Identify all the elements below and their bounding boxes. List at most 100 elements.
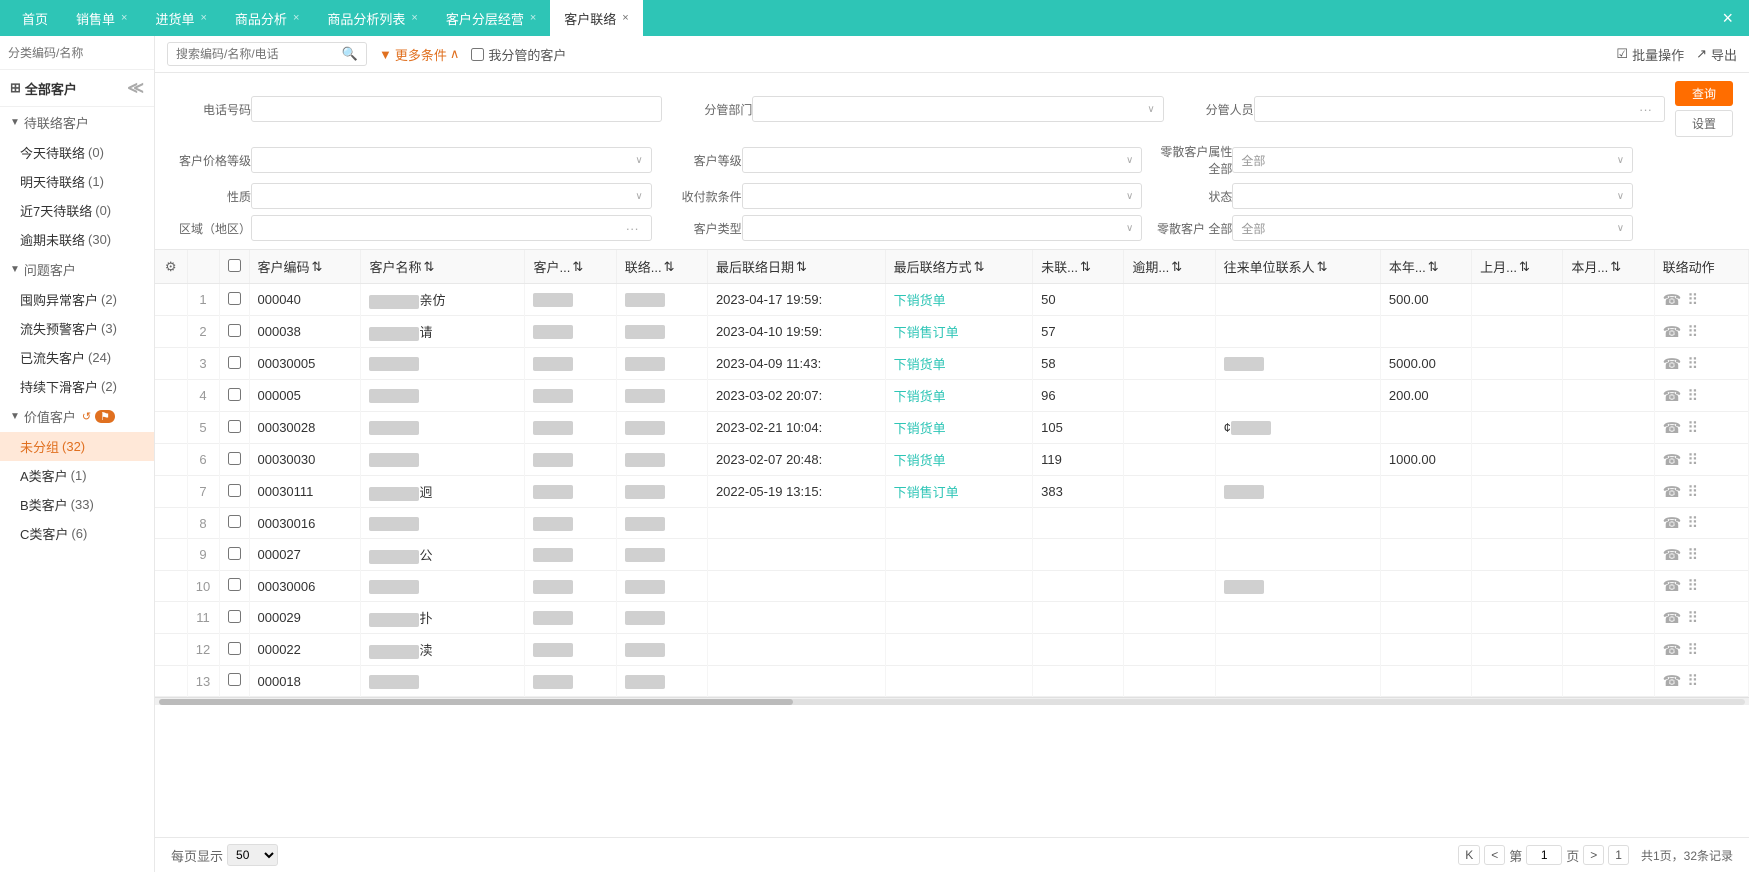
- col-customer-name[interactable]: 客户名称⇅: [361, 250, 525, 284]
- row-last-method[interactable]: 下销货单: [885, 444, 1033, 476]
- col-this-year[interactable]: 本年...⇅: [1380, 250, 1471, 284]
- query-button[interactable]: 查询: [1675, 81, 1733, 106]
- last-method-link[interactable]: 下销货单: [894, 293, 946, 308]
- col-settings[interactable]: ⚙: [155, 250, 187, 284]
- sidebar-item-churn-warning[interactable]: 流失预警客户(3): [0, 314, 154, 343]
- contact-icon[interactable]: ☎: [1663, 355, 1682, 373]
- row-last-method[interactable]: 下销货单: [885, 380, 1033, 412]
- manager-text-input[interactable]: [1263, 102, 1635, 116]
- phone-text-input[interactable]: [260, 102, 653, 116]
- sidebar-section-pending[interactable]: ▼ 待联络客户: [0, 107, 154, 138]
- row-checkbox-cell[interactable]: [219, 634, 249, 666]
- sidebar-item-class-c[interactable]: C类客户(6): [0, 519, 154, 548]
- col-checkbox[interactable]: [219, 250, 249, 284]
- row-last-method[interactable]: 下销售订单: [885, 476, 1033, 508]
- row-checkbox-cell[interactable]: [219, 602, 249, 634]
- row-checkbox-cell[interactable]: [219, 476, 249, 508]
- contact-icon[interactable]: ☎: [1663, 514, 1682, 532]
- row-checkbox[interactable]: [228, 610, 241, 623]
- payment-select[interactable]: ∨: [742, 183, 1143, 209]
- reset-button[interactable]: 设置: [1675, 110, 1733, 137]
- row-checkbox-cell[interactable]: [219, 666, 249, 697]
- prev-page-button[interactable]: <: [1484, 845, 1505, 865]
- more-action-icon[interactable]: ⠿: [1687, 323, 1698, 341]
- sidebar-item-week-pending[interactable]: 近7天待联络(0): [0, 196, 154, 225]
- contact-icon[interactable]: ☎: [1663, 641, 1682, 659]
- phone-input[interactable]: [251, 96, 662, 122]
- sidebar-item-ungrouped[interactable]: 未分组(32): [0, 432, 154, 461]
- row-checkbox-cell[interactable]: [219, 539, 249, 571]
- sidebar-item-declining[interactable]: 持续下滑客户(2): [0, 372, 154, 401]
- row-checkbox-cell[interactable]: [219, 508, 249, 539]
- more-action-icon[interactable]: ⠿: [1687, 387, 1698, 405]
- sidebar-section-value[interactable]: ▼ 价值客户 ↺ ⚑: [0, 401, 154, 432]
- sidebar-search-input[interactable]: [8, 46, 155, 60]
- sidebar-item-overdue-pending[interactable]: 逾期未联络(30): [0, 225, 154, 254]
- export-button[interactable]: ↗ 导出: [1696, 45, 1737, 64]
- customer-level-select[interactable]: ∨: [742, 147, 1143, 173]
- region-dotdot[interactable]: ···: [622, 221, 643, 236]
- more-action-icon[interactable]: ⠿: [1687, 577, 1698, 595]
- nav-product-analysis-list[interactable]: 商品分析列表 ×: [313, 0, 431, 36]
- nav-product-analysis[interactable]: 商品分析 ×: [221, 0, 313, 36]
- manager-dotdot[interactable]: ···: [1635, 102, 1656, 117]
- status-select[interactable]: ∨: [1232, 183, 1633, 209]
- row-checkbox[interactable]: [228, 388, 241, 401]
- contact-icon[interactable]: ☎: [1663, 672, 1682, 690]
- my-customer-checkbox[interactable]: [471, 48, 484, 61]
- sidebar-item-churned[interactable]: 已流失客户(24): [0, 343, 154, 372]
- col-last-method[interactable]: 最后联络方式⇅: [885, 250, 1033, 284]
- nature-select[interactable]: ∨: [251, 183, 652, 209]
- nav-customer-contact[interactable]: 客户联络 ×: [550, 0, 642, 36]
- contact-icon[interactable]: ☎: [1663, 609, 1682, 627]
- col-overdue[interactable]: 逾期...⇅: [1124, 250, 1215, 284]
- region-input[interactable]: ···: [251, 215, 652, 241]
- close-customer-contact-icon[interactable]: ×: [622, 12, 628, 24]
- bulk-operations-button[interactable]: ☑ 批量操作: [1616, 45, 1684, 64]
- sidebar-section-problem[interactable]: ▼ 问题客户: [0, 254, 154, 285]
- col-last-date[interactable]: 最后联络日期⇅: [707, 250, 885, 284]
- contact-icon[interactable]: ☎: [1663, 387, 1682, 405]
- more-action-icon[interactable]: ⠿: [1687, 451, 1698, 469]
- row-checkbox[interactable]: [228, 642, 241, 655]
- row-checkbox-cell[interactable]: [219, 444, 249, 476]
- sidebar-item-hoarding-anomaly[interactable]: 囤购异常客户(2): [0, 285, 154, 314]
- col-contact[interactable]: 联络...⇅: [616, 250, 707, 284]
- price-level-select[interactable]: ∨: [251, 147, 652, 173]
- more-action-icon[interactable]: ⠿: [1687, 609, 1698, 627]
- more-action-icon[interactable]: ⠿: [1687, 291, 1698, 309]
- first-page-button[interactable]: K: [1458, 845, 1480, 865]
- more-action-icon[interactable]: ⠿: [1687, 419, 1698, 437]
- row-last-method[interactable]: 下销货单: [885, 348, 1033, 380]
- sidebar-item-today-pending[interactable]: 今天待联络(0): [0, 138, 154, 167]
- sidebar-item-tomorrow-pending[interactable]: 明天待联络(1): [0, 167, 154, 196]
- global-close-button[interactable]: ×: [1714, 8, 1741, 29]
- row-checkbox-cell[interactable]: [219, 571, 249, 602]
- customer-type-select[interactable]: ∨: [742, 215, 1143, 241]
- close-product-analysis-icon[interactable]: ×: [293, 12, 299, 24]
- main-search-input[interactable]: [176, 47, 342, 61]
- close-sales-icon[interactable]: ×: [121, 12, 127, 24]
- contact-icon[interactable]: ☎: [1663, 419, 1682, 437]
- nav-customer-tier[interactable]: 客户分层经营 ×: [432, 0, 550, 36]
- last-method-link[interactable]: 下销货单: [894, 421, 946, 436]
- main-search-icon[interactable]: 🔍: [342, 46, 358, 62]
- row-checkbox[interactable]: [228, 515, 241, 528]
- nav-sales[interactable]: 销售单 ×: [62, 0, 141, 36]
- sidebar-item-class-b[interactable]: B类客户(33): [0, 490, 154, 519]
- last-method-link[interactable]: 下销货单: [894, 357, 946, 372]
- contact-icon[interactable]: ☎: [1663, 323, 1682, 341]
- row-checkbox[interactable]: [228, 484, 241, 497]
- page-number-input[interactable]: [1526, 845, 1562, 865]
- last-method-link[interactable]: 下销售订单: [894, 325, 959, 340]
- col-uncontacted[interactable]: 未联...⇅: [1033, 250, 1124, 284]
- contact-icon[interactable]: ☎: [1663, 291, 1682, 309]
- row-checkbox-cell[interactable]: [219, 316, 249, 348]
- more-action-icon[interactable]: ⠿: [1687, 641, 1698, 659]
- contact-icon[interactable]: ☎: [1663, 546, 1682, 564]
- row-last-method[interactable]: 下销货单: [885, 412, 1033, 444]
- row-checkbox[interactable]: [228, 673, 241, 686]
- col-customer-code[interactable]: 客户编码⇅: [249, 250, 361, 284]
- col-last-month[interactable]: 上月...⇅: [1472, 250, 1563, 284]
- region-text-input[interactable]: [260, 221, 622, 235]
